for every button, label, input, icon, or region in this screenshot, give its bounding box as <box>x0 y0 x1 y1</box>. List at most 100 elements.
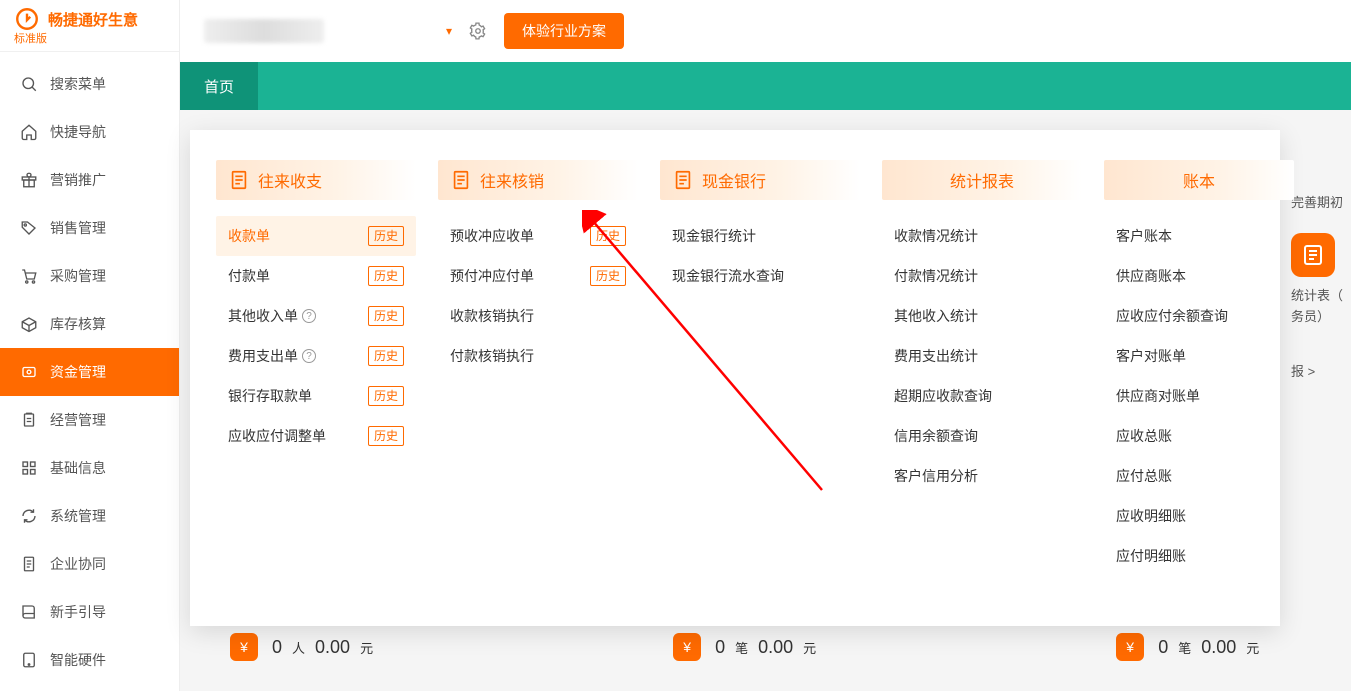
sidebar-item-grid[interactable]: 基础信息 <box>0 444 179 492</box>
mega-item[interactable]: 预收冲应收单历史 <box>438 216 638 256</box>
mega-item[interactable]: 银行存取款单历史 <box>216 376 416 416</box>
tab-home[interactable]: 首页 <box>180 62 258 110</box>
brand-logo-icon <box>14 6 40 32</box>
history-tag[interactable]: 历史 <box>368 306 404 326</box>
doc-icon <box>450 169 472 191</box>
history-tag[interactable]: 历史 <box>590 226 626 246</box>
topbar: ▾ 体验行业方案 <box>180 0 1351 62</box>
nav-list: 搜索菜单快捷导航营销推广销售管理采购管理库存核算资金管理经营管理基础信息系统管理… <box>0 52 179 684</box>
mega-item[interactable]: 客户账本 <box>1104 216 1294 256</box>
sidebar-item-label: 库存核算 <box>50 314 106 334</box>
peek-text-3[interactable]: 报 > <box>1291 361 1351 380</box>
sidebar-item-loop[interactable]: 系统管理 <box>0 492 179 540</box>
company-selector-blurred[interactable] <box>204 19 324 43</box>
mega-item[interactable]: 应收应付调整单 历史 <box>216 416 416 456</box>
stat-person-icon: ¥ <box>230 633 258 661</box>
mega-item[interactable]: 客户对账单 <box>1104 336 1294 376</box>
history-tag[interactable]: 历史 <box>368 226 404 246</box>
book-icon <box>20 603 38 621</box>
settings-gear-icon[interactable] <box>464 17 492 45</box>
sidebar-item-clipboard[interactable]: 经营管理 <box>0 396 179 444</box>
sidebar-item-label: 企业协同 <box>50 554 106 574</box>
mega-item-label: 收款单 <box>228 226 270 246</box>
mega-column-0: 往来收支收款单历史付款单历史其他收入单?历史费用支出单?历史银行存取款单历史应收… <box>216 160 416 576</box>
mega-item[interactable]: 费用支出统计 <box>882 336 1082 376</box>
mega-item[interactable]: 应收应付余额查询 <box>1104 296 1294 336</box>
mega-item-label: 收款核销执行 <box>450 306 534 326</box>
stat-1-amount: 0.00 <box>315 637 350 658</box>
brand-edition: 标准版 <box>14 34 165 45</box>
mega-item-label: 收款情况统计 <box>894 226 978 246</box>
history-tag[interactable]: 历史 <box>368 426 404 446</box>
mega-item[interactable]: 客户信用分析 <box>882 456 1082 496</box>
sidebar-item-cart[interactable]: 采购管理 <box>0 252 179 300</box>
sidebar-item-label: 资金管理 <box>50 362 106 382</box>
sidebar-item-label: 新手引导 <box>50 602 106 622</box>
mega-item-label: 应付总账 <box>1116 466 1172 486</box>
mega-column-4: 账本客户账本供应商账本应收应付余额查询客户对账单供应商对账单应收总账应付总账应收… <box>1104 160 1294 576</box>
brand-name: 畅捷通好生意 <box>48 9 138 30</box>
mega-item[interactable]: 收款情况统计 <box>882 216 1082 256</box>
stat-record-icon: ¥ <box>673 633 701 661</box>
loop-icon <box>20 507 38 525</box>
mega-item[interactable]: 付款情况统计 <box>882 256 1082 296</box>
mega-item[interactable]: 现金银行统计 <box>660 216 860 256</box>
mega-item[interactable]: 其他收入统计 <box>882 296 1082 336</box>
sidebar-item-money[interactable]: 资金管理 <box>0 348 179 396</box>
mega-item-label: 付款情况统计 <box>894 266 978 286</box>
mega-item[interactable]: 付款核销执行 <box>438 336 638 376</box>
sidebar: 畅捷通好生意 标准版 搜索菜单快捷导航营销推广销售管理采购管理库存核算资金管理经… <box>0 0 180 691</box>
mega-column-2: 现金银行现金银行统计现金银行流水查询 <box>660 160 860 576</box>
mega-item[interactable]: 预付冲应付单历史 <box>438 256 638 296</box>
sidebar-item-book[interactable]: 新手引导 <box>0 588 179 636</box>
mega-item[interactable]: 应付明细账 <box>1104 536 1294 576</box>
mega-item-label: 付款单 <box>228 266 270 286</box>
mega-item[interactable]: 应收总账 <box>1104 416 1294 456</box>
help-icon[interactable]: ? <box>302 349 316 363</box>
history-tag[interactable]: 历史 <box>368 266 404 286</box>
mega-item[interactable]: 现金银行流水查询 <box>660 256 860 296</box>
mega-column-header: 往来核销 <box>438 160 638 200</box>
sidebar-item-doc[interactable]: 企业协同 <box>0 540 179 588</box>
sidebar-item-box[interactable]: 库存核算 <box>0 300 179 348</box>
mega-column-header: 现金银行 <box>660 160 860 200</box>
mega-item-label: 应收明细账 <box>1116 506 1186 526</box>
peek-report-icon[interactable] <box>1291 233 1335 277</box>
mega-item[interactable]: 供应商账本 <box>1104 256 1294 296</box>
mega-item-label: 供应商账本 <box>1116 266 1186 286</box>
mega-item[interactable]: 供应商对账单 <box>1104 376 1294 416</box>
search-icon <box>20 75 38 93</box>
mega-item[interactable]: 应收明细账 <box>1104 496 1294 536</box>
mega-item[interactable]: 收款核销执行 <box>438 296 638 336</box>
mega-item[interactable]: 超期应收款查询 <box>882 376 1082 416</box>
mega-column-1: 往来核销预收冲应收单历史预付冲应付单历史收款核销执行付款核销执行 <box>438 160 638 576</box>
mega-item[interactable]: 费用支出单?历史 <box>216 336 416 376</box>
stat-box-3: ¥ 0笔 0.00元 <box>1116 633 1259 661</box>
peek-text-2b[interactable]: 务员） <box>1291 306 1351 325</box>
sidebar-item-device[interactable]: 智能硬件 <box>0 636 179 684</box>
tab-strip: 首页 <box>180 62 1351 110</box>
doc-icon <box>672 169 694 191</box>
history-tag[interactable]: 历史 <box>368 346 404 366</box>
mega-item[interactable]: 应付总账 <box>1104 456 1294 496</box>
sidebar-item-gift[interactable]: 营销推广 <box>0 156 179 204</box>
mega-item[interactable]: 其他收入单?历史 <box>216 296 416 336</box>
mega-item-label: 应收应付调整单 <box>228 426 326 446</box>
sidebar-item-label: 基础信息 <box>50 458 106 478</box>
company-dropdown-caret-icon[interactable]: ▾ <box>446 24 452 38</box>
mega-column-title: 统计报表 <box>950 168 1014 192</box>
mega-item-label: 应收应付余额查询 <box>1116 306 1228 326</box>
peek-text-1[interactable]: 完善期初 <box>1291 192 1351 211</box>
history-tag[interactable]: 历史 <box>368 386 404 406</box>
peek-text-2a[interactable]: 统计表（ <box>1291 285 1351 304</box>
sidebar-item-tag[interactable]: 销售管理 <box>0 204 179 252</box>
history-tag[interactable]: 历史 <box>590 266 626 286</box>
sidebar-item-search[interactable]: 搜索菜单 <box>0 60 179 108</box>
mega-item[interactable]: 收款单 历史 <box>216 216 416 256</box>
mega-item[interactable]: 信用余额查询 <box>882 416 1082 456</box>
mega-item-label: 供应商对账单 <box>1116 386 1200 406</box>
sidebar-item-home[interactable]: 快捷导航 <box>0 108 179 156</box>
mega-item[interactable]: 付款单 历史 <box>216 256 416 296</box>
help-icon[interactable]: ? <box>302 309 316 323</box>
industry-plan-button[interactable]: 体验行业方案 <box>504 13 624 49</box>
